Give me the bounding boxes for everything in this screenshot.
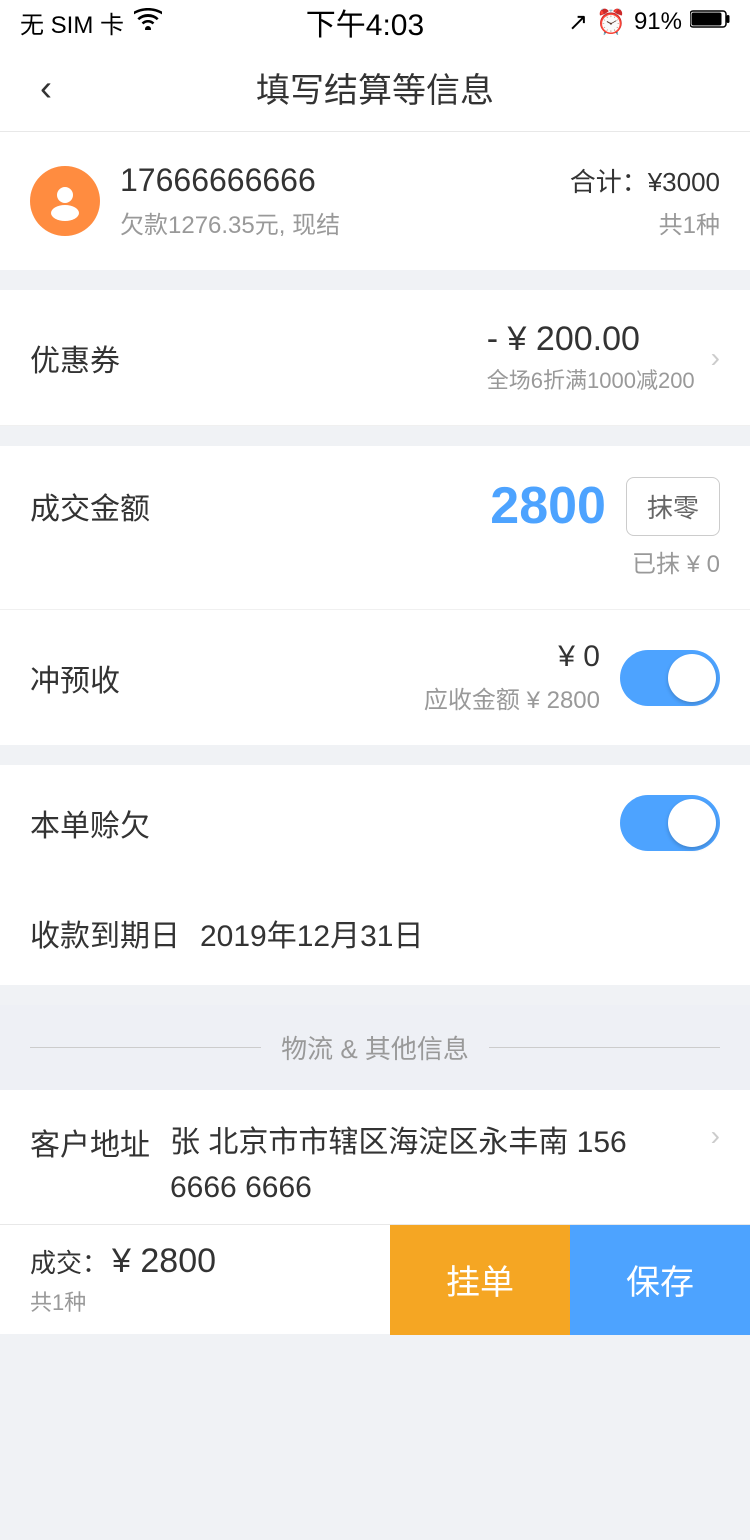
- bottom-count: 共1种: [30, 1285, 360, 1317]
- customer-info: 17666666666 欠款1276.35元, 现结: [120, 162, 340, 240]
- coupon-sub: 全场6折满1000减200: [487, 363, 695, 395]
- status-time: 下午4:03: [306, 0, 424, 44]
- debt-toggle[interactable]: [620, 795, 720, 851]
- hold-button[interactable]: 挂单: [390, 1225, 570, 1335]
- amount-label: 成交金额: [30, 484, 150, 528]
- prepay-label: 冲预收: [30, 656, 120, 700]
- bottom-bar: 成交： ¥ 2800 共1种 挂单 保存: [0, 1224, 750, 1334]
- duedate-section: 收款到期日 2019年12月31日: [0, 881, 750, 985]
- total-label: 合计：¥3000: [570, 162, 720, 199]
- alarm-icon: ⏰: [596, 8, 626, 37]
- avatar: [30, 166, 100, 236]
- nav-bar: ‹ 填写结算等信息: [0, 44, 750, 132]
- total-count: 共1种: [570, 205, 720, 240]
- divider-line-right: [489, 1047, 720, 1048]
- prepay-toggle[interactable]: [620, 650, 720, 706]
- bottom-summary-label: 成交：: [30, 1243, 108, 1280]
- amount-sub: 已抹 ¥ 0: [30, 544, 720, 579]
- bottom-amount: ¥ 2800: [112, 1242, 216, 1281]
- transaction-amount-section: 成交金额 2800 抹零 已抹 ¥ 0: [0, 446, 750, 610]
- divider-line-left: [30, 1047, 261, 1048]
- back-button[interactable]: ‹: [30, 57, 62, 119]
- divider-3: [0, 745, 750, 765]
- coupon-value-block: - ¥ 200.00 全场6折满1000减200: [487, 320, 695, 395]
- logistics-label: 物流 & 其他信息: [281, 1029, 469, 1066]
- status-right: ↗ ⏰ 91%: [568, 8, 730, 37]
- coupon-value: - ¥ 200.00: [487, 320, 695, 359]
- save-button[interactable]: 保存: [570, 1225, 750, 1335]
- customer-phone: 17666666666: [120, 162, 340, 199]
- duedate-label: 收款到期日: [30, 911, 180, 955]
- divider-2: [0, 426, 750, 446]
- battery-icon: [690, 8, 730, 36]
- coupon-right: - ¥ 200.00 全场6折满1000减200 ›: [487, 320, 720, 395]
- customer-debt: 欠款1276.35元, 现结: [120, 205, 340, 240]
- battery-text: 91%: [634, 8, 682, 36]
- debt-label: 本单赊欠: [30, 801, 150, 845]
- debt-section: 本单赊欠: [0, 765, 750, 881]
- bottom-summary: 成交： ¥ 2800 共1种: [0, 1242, 390, 1317]
- status-bar: 无 SIM 卡 下午4:03 ↗ ⏰ 91%: [0, 0, 750, 44]
- bottom-amount-row: 成交： ¥ 2800: [30, 1242, 360, 1281]
- coupon-row[interactable]: 优惠券 - ¥ 200.00 全场6折满1000减200 ›: [0, 290, 750, 426]
- prepay-amount-block: ¥ 0 应收金额 ¥ 2800: [424, 640, 600, 715]
- round-button[interactable]: 抹零: [626, 477, 720, 536]
- duedate-value: 2019年12月31日: [200, 911, 423, 955]
- prepay-right: ¥ 0 应收金额 ¥ 2800: [424, 640, 720, 715]
- address-value: 张 北京市市辖区海淀区永丰南 156 6666 6666: [170, 1120, 691, 1210]
- chevron-right-icon: ›: [711, 342, 720, 374]
- address-chevron-icon: ›: [711, 1120, 720, 1152]
- prepay-row: 冲预收 ¥ 0 应收金额 ¥ 2800: [30, 640, 720, 715]
- logistics-divider: 物流 & 其他信息: [0, 1005, 750, 1090]
- customer-left: 17666666666 欠款1276.35元, 现结: [30, 162, 340, 240]
- prepay-receivable: 应收金额 ¥ 2800: [424, 680, 600, 715]
- status-left: 无 SIM 卡: [20, 5, 162, 40]
- address-section[interactable]: 客户地址 张 北京市市辖区海淀区永丰南 156 6666 6666 ›: [0, 1090, 750, 1240]
- customer-card: 17666666666 欠款1276.35元, 现结 合计：¥3000 共1种: [0, 132, 750, 270]
- signal-text: 无 SIM 卡: [20, 5, 124, 40]
- amount-row: 成交金额 2800 抹零: [30, 476, 720, 536]
- address-label: 客户地址: [30, 1120, 150, 1164]
- amount-right: 2800 抹零: [490, 476, 720, 536]
- prepay-section: 冲预收 ¥ 0 应收金额 ¥ 2800: [0, 610, 750, 745]
- page-title: 填写结算等信息: [256, 63, 494, 112]
- wifi-icon: [134, 8, 162, 37]
- divider-4: [0, 985, 750, 1005]
- customer-right: 合计：¥3000 共1种: [570, 162, 720, 240]
- coupon-label: 优惠券: [30, 336, 120, 380]
- amount-number: 2800: [490, 476, 606, 536]
- divider-1: [0, 270, 750, 290]
- location-icon: ↗: [568, 8, 588, 37]
- prepay-amount: ¥ 0: [424, 640, 600, 674]
